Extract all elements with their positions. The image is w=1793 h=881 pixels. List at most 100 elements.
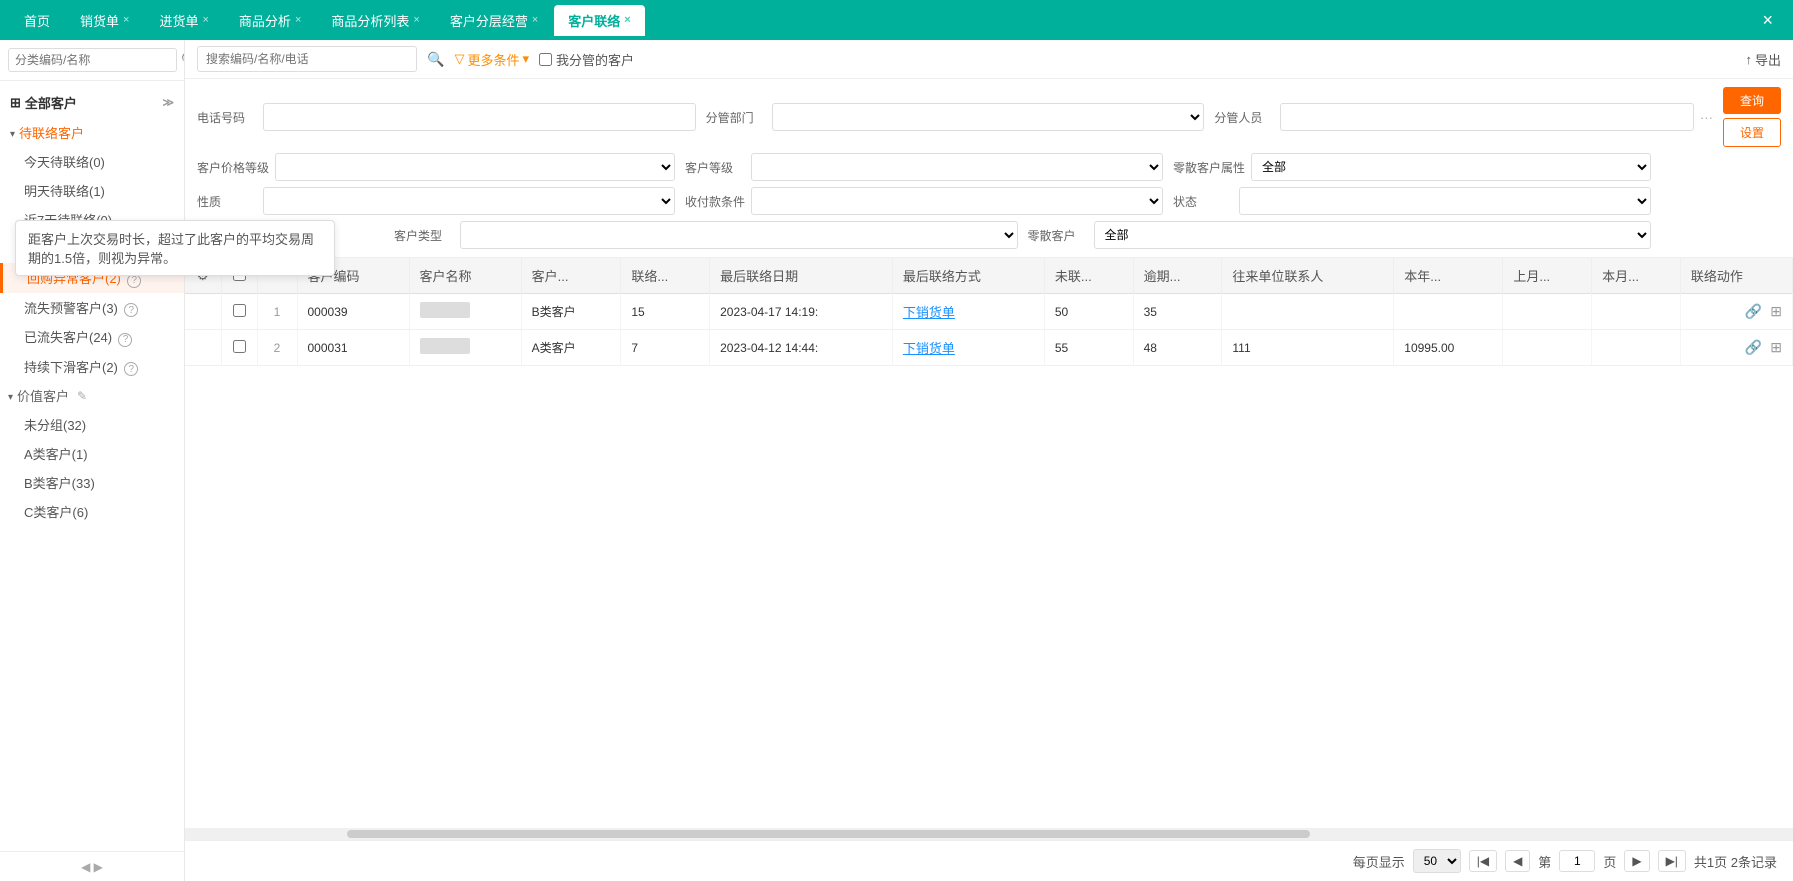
- page-input[interactable]: [1559, 850, 1595, 872]
- pagination-bar: 每页显示 50 |◀ ◀ 第 页 ▶ ▶| 共1页 2条记录: [185, 840, 1793, 881]
- tab-product-analysis-list[interactable]: 商品分析列表 ×: [317, 5, 433, 36]
- sidebar-item-a-class[interactable]: A类客户(1): [0, 439, 184, 468]
- sidebar-section-value-customers[interactable]: 价值客户 ✎: [0, 381, 184, 410]
- scroll-thumb[interactable]: [347, 830, 1309, 838]
- col-overdue[interactable]: 逾期...: [1133, 258, 1222, 294]
- row2-last-month: [1503, 330, 1592, 366]
- col-last-contact-date[interactable]: 最后联络日期: [710, 258, 893, 294]
- sidebar-search-area: 🔍: [0, 40, 184, 81]
- first-page-button[interactable]: |◀: [1469, 850, 1497, 872]
- sidebar-item-churned[interactable]: 已流失客户(24) ?: [0, 322, 184, 352]
- tab-customer-contact[interactable]: 客户联络 ×: [554, 5, 644, 36]
- row1-action-icons: 🔗 ⊞: [1691, 303, 1782, 320]
- filter-price-grade-select[interactable]: [275, 153, 675, 181]
- close-icon[interactable]: ×: [413, 14, 419, 26]
- prev-page-button[interactable]: ◀: [1505, 850, 1530, 872]
- close-icon[interactable]: ×: [123, 14, 129, 26]
- col-last-month[interactable]: 上月...: [1503, 258, 1592, 294]
- row1-grid-icon[interactable]: ⊞: [1770, 303, 1782, 320]
- row1-select-checkbox[interactable]: [233, 304, 246, 317]
- tab-purchase-label: 进货单: [159, 11, 198, 30]
- question-icon[interactable]: ?: [124, 362, 138, 376]
- filter-nature-select[interactable]: [263, 187, 675, 215]
- tab-purchase-order[interactable]: 进货单 ×: [145, 5, 222, 36]
- question-icon[interactable]: ?: [124, 303, 138, 317]
- sidebar-item-churn-warning[interactable]: 流失预警客户(3) ?: [0, 293, 184, 323]
- col-contacts[interactable]: 联络...: [621, 258, 710, 294]
- close-icon[interactable]: ×: [624, 14, 630, 26]
- row2-select-checkbox[interactable]: [233, 340, 246, 353]
- sidebar-collapse-icon[interactable]: ≫: [162, 96, 174, 109]
- filter-retail-attr-select[interactable]: 全部: [1251, 153, 1651, 181]
- filter-customer-type-select[interactable]: [460, 221, 1017, 249]
- sidebar-item-tomorrow[interactable]: 明天待联络(1): [0, 176, 184, 205]
- next-page-button[interactable]: ▶: [1624, 850, 1649, 872]
- row2-overdue: 48: [1133, 330, 1222, 366]
- sidebar-section-pending[interactable]: 待联络客户: [0, 118, 184, 147]
- content-area: 🔍 ▽ 更多条件 ▾ 我分管的客户 ↑ 导出 电话号码: [185, 40, 1793, 881]
- row1-last-contact-method[interactable]: 下销货单: [892, 294, 1044, 330]
- tab-sales-order[interactable]: 销货单 ×: [66, 5, 143, 36]
- sidebar-item-ungraded[interactable]: 未分组(32): [0, 410, 184, 439]
- row1-this-year: [1394, 294, 1503, 330]
- tab-home[interactable]: 首页: [10, 5, 64, 36]
- row1-customer-name[interactable]: [409, 294, 521, 330]
- filter-status-select[interactable]: [1239, 187, 1651, 215]
- settings-button[interactable]: 设置: [1723, 118, 1781, 147]
- col-this-year[interactable]: 本年...: [1394, 258, 1503, 294]
- search-input[interactable]: [197, 46, 417, 72]
- sidebar-item-today[interactable]: 今天待联络(0): [0, 147, 184, 176]
- more-conditions-button[interactable]: ▽ 更多条件 ▾: [454, 50, 529, 69]
- chevron-down-icon: ▾: [522, 51, 529, 67]
- export-button[interactable]: ↑ 导出: [1745, 50, 1781, 69]
- filter-retail-attr-field: 零散客户属性 全部: [1173, 153, 1651, 181]
- row2-grid-icon[interactable]: ⊞: [1770, 339, 1782, 356]
- col-last-contact-method[interactable]: 最后联络方式: [892, 258, 1044, 294]
- row2-link-icon[interactable]: 🔗: [1745, 339, 1762, 356]
- row2-customer-code[interactable]: 000031: [297, 330, 409, 366]
- col-customer-name[interactable]: 客户名称: [409, 258, 521, 294]
- close-icon[interactable]: ×: [295, 14, 301, 26]
- my-customers-checkbox[interactable]: [539, 53, 552, 66]
- filter-payment-select[interactable]: [751, 187, 1163, 215]
- sidebar-all-customers[interactable]: ⊞ 全部客户 ≫: [0, 87, 184, 118]
- edit-icon[interactable]: ✎: [77, 389, 87, 403]
- row1-unit-contacts: [1222, 294, 1394, 330]
- row2-customer-name[interactable]: [409, 330, 521, 366]
- close-icon[interactable]: ×: [532, 14, 538, 26]
- sidebar-item-declining[interactable]: 持续下滑客户(2) ?: [0, 352, 184, 382]
- col-customer-type[interactable]: 客户...: [521, 258, 621, 294]
- tab-customer-tier[interactable]: 客户分层经营 ×: [436, 5, 552, 36]
- page-size-select[interactable]: 50: [1413, 849, 1461, 873]
- row2-last-contact-method[interactable]: 下销货单: [892, 330, 1044, 366]
- col-unit-contacts[interactable]: 往来单位联系人: [1222, 258, 1394, 294]
- filter-dept-select[interactable]: [772, 103, 1205, 131]
- tab-customer-contact-label: 客户联络: [568, 11, 620, 30]
- row1-customer-code[interactable]: 000039: [297, 294, 409, 330]
- tab-product-analysis[interactable]: 商品分析 ×: [225, 5, 315, 36]
- filter-phone-input[interactable]: [263, 103, 696, 131]
- sidebar-item-b-class[interactable]: B类客户(33): [0, 468, 184, 497]
- sidebar-search-input[interactable]: [8, 48, 177, 72]
- question-icon[interactable]: ?: [118, 333, 132, 347]
- filter-retail-customer-select[interactable]: 全部: [1094, 221, 1651, 249]
- sidebar-item-c-class[interactable]: C类客户(6): [0, 497, 184, 526]
- filter-customer-type-label: 客户类型: [394, 227, 454, 244]
- filter-manager-input[interactable]: [1280, 103, 1694, 131]
- col-this-month[interactable]: 本月...: [1592, 258, 1681, 294]
- filter-payment-field: 收付款条件: [685, 187, 1163, 215]
- search-button[interactable]: 🔍: [427, 51, 444, 68]
- filter-customer-grade-select[interactable]: [751, 153, 1163, 181]
- col-contact-action[interactable]: 联络动作: [1680, 258, 1792, 294]
- query-button[interactable]: 查询: [1723, 87, 1781, 114]
- last-page-button[interactable]: ▶|: [1658, 850, 1686, 872]
- filter-row-4: ··· 客户类型 零散客户 全部: [197, 221, 1781, 249]
- sidebar-nav-arrows[interactable]: ◀ ▶: [81, 860, 103, 874]
- dots-button[interactable]: ···: [1700, 110, 1713, 125]
- row1-link-icon[interactable]: 🔗: [1745, 303, 1762, 320]
- tooltip-text: 距客户上次交易时长，超过了此客户的平均交易周期的1.5倍，则视为异常。: [28, 232, 314, 266]
- window-close-button[interactable]: ×: [1752, 10, 1783, 31]
- horizontal-scrollbar[interactable]: [185, 828, 1793, 840]
- close-icon[interactable]: ×: [202, 14, 208, 26]
- col-unreached[interactable]: 未联...: [1044, 258, 1133, 294]
